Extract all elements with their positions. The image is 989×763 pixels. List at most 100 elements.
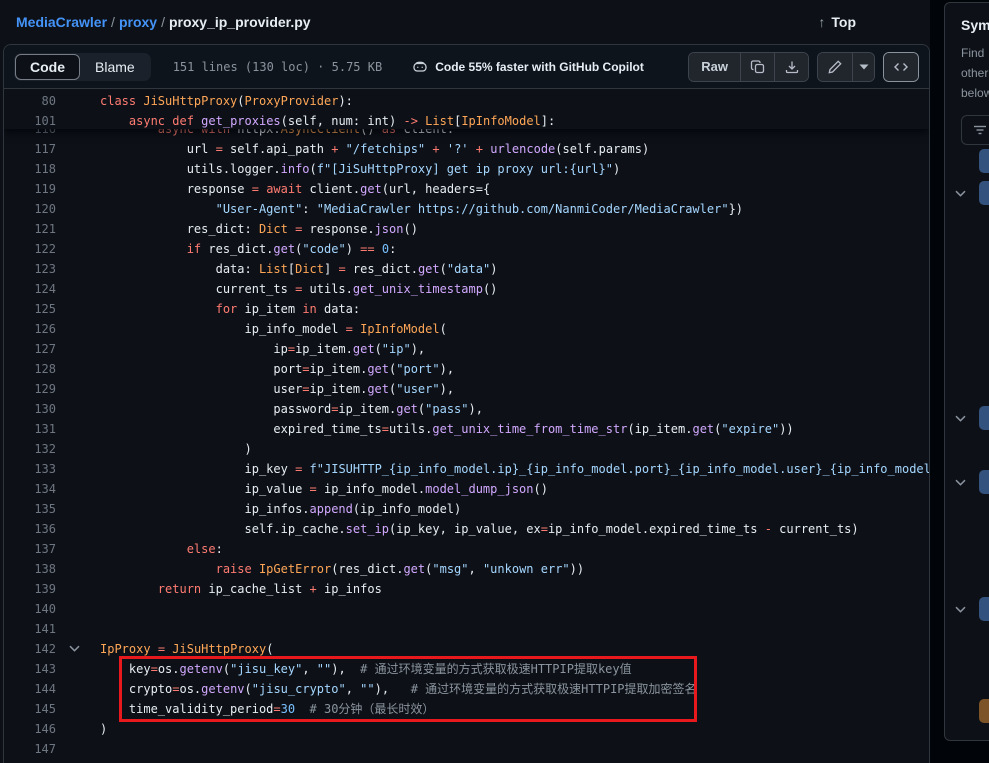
code-text: self.ip_cache.set_ip(ip_key, ip_value, e… [100,519,859,539]
line-number[interactable]: 147 [4,739,56,759]
code-line: 127 ip=ip_item.get("ip"), [4,339,929,359]
breadcrumb-repo-link[interactable]: MediaCrawler [16,14,107,30]
line-number[interactable]: 138 [4,559,56,579]
line-gutter [56,739,100,759]
symbol-kind-icon [979,597,989,621]
code-text: port=ip_item.get("port"), [100,359,454,379]
breadcrumb-filename: proxy_ip_provider.py [169,14,311,30]
code-text: return ip_cache_list + ip_infos [100,579,382,599]
code-text: current_ts = utils.get_unix_timestamp() [100,279,497,299]
file-actions: Raw [688,52,919,82]
symbols-panel-toggle-button[interactable] [884,53,918,81]
line-number[interactable]: 137 [4,539,56,559]
line-gutter [56,339,100,359]
symbol-list-item[interactable] [945,699,989,723]
line-number[interactable]: 142 [4,639,56,659]
line-gutter [56,219,100,239]
line-number[interactable]: 143 [4,659,56,679]
line-number[interactable]: 118 [4,159,56,179]
collapse-chevron-icon[interactable] [56,639,100,659]
line-number[interactable]: 131 [4,419,56,439]
tab-blame[interactable]: Blame [80,54,150,80]
line-gutter [56,279,100,299]
line-number[interactable]: 140 [4,599,56,619]
breadcrumb-separator: / [157,14,169,30]
line-gutter [56,199,100,219]
line-number[interactable]: 141 [4,619,56,639]
line-number[interactable]: 146 [4,719,56,739]
code-editor-area[interactable]: 116 async with httpx.AsyncClient() as cl… [4,89,929,763]
edit-file-button[interactable] [818,53,852,81]
symbol-list-item[interactable] [945,470,989,494]
line-number[interactable]: 145 [4,699,56,719]
line-number[interactable]: 129 [4,379,56,399]
line-number[interactable]: 135 [4,499,56,519]
code-line: 135 ip_infos.append(ip_info_model) [4,499,929,519]
symbol-list-item[interactable] [945,181,989,205]
line-number[interactable]: 117 [4,139,56,159]
code-text: crypto=os.getenv("jisu_crypto", ""), # 通… [100,679,697,699]
sticky-context-lines: 80class JiSuHttpProxy(ProxyProvider):101… [4,89,929,129]
chevron-down-icon[interactable] [945,479,975,486]
line-number[interactable]: 144 [4,679,56,699]
symbol-list-item[interactable] [945,597,989,621]
symbol-list-item[interactable] [945,149,989,173]
copilot-banner-text: Code 55% faster with GitHub Copilot [435,60,644,74]
line-number[interactable]: 101 [4,111,56,131]
pencil-icon [827,59,843,75]
line-number[interactable]: 132 [4,439,56,459]
back-to-top-label: Top [831,14,856,30]
line-number[interactable]: 139 [4,579,56,599]
arrow-up-icon: ↑ [818,14,825,30]
line-number[interactable]: 124 [4,279,56,299]
file-content-box: Code Blame 151 lines (130 loc) · 5.75 KB… [3,44,930,763]
code-text: ) [100,719,107,739]
symbol-list-item[interactable] [945,406,989,430]
back-to-top-button[interactable]: ↑ Top [818,14,856,30]
line-number[interactable]: 130 [4,399,56,419]
line-number[interactable]: 136 [4,519,56,539]
line-gutter [56,479,100,499]
line-number[interactable]: 125 [4,299,56,319]
line-number[interactable]: 134 [4,479,56,499]
line-number[interactable]: 123 [4,259,56,279]
code-text: IpProxy = JiSuHttpProxy( [100,639,273,659]
code-line: 124 current_ts = utils.get_unix_timestam… [4,279,929,299]
line-gutter [56,179,100,199]
code-symbols-icon [893,59,909,75]
line-number[interactable]: 80 [4,91,56,111]
symbol-kind-icon [979,699,989,723]
download-button[interactable] [774,53,808,81]
symbols-panel: Symbols Find other below [944,2,989,741]
line-number[interactable]: 121 [4,219,56,239]
symbol-kind-icon [979,470,989,494]
line-gutter [56,719,100,739]
line-number[interactable]: 133 [4,459,56,479]
line-number[interactable]: 120 [4,199,56,219]
symbols-panel-title: Symbols [961,17,989,33]
code-text: ip_key = f"JISUHTTP_{ip_info_model.ip}_{… [100,459,929,479]
line-number[interactable]: 128 [4,359,56,379]
chevron-down-icon[interactable] [945,606,975,613]
breadcrumb-folder-link[interactable]: proxy [119,14,157,30]
line-number[interactable]: 126 [4,319,56,339]
chevron-down-icon[interactable] [945,415,975,422]
copy-raw-content-button[interactable] [740,53,774,81]
line-number[interactable]: 119 [4,179,56,199]
code-line: 136 self.ip_cache.set_ip(ip_key, ip_valu… [4,519,929,539]
code-text: url = self.api_path + "/fetchips" + '?' … [100,139,649,159]
line-number[interactable]: 122 [4,239,56,259]
edit-button-group [817,52,875,82]
line-number[interactable]: 127 [4,339,56,359]
file-header-toolbar: Code Blame 151 lines (130 loc) · 5.75 KB… [4,45,929,89]
code-text: time_validity_period=30 # 30分钟（最长时效） [100,699,434,719]
tab-code[interactable]: Code [15,54,80,80]
chevron-down-icon[interactable] [945,190,975,197]
edit-options-dropdown[interactable] [852,53,874,81]
code-line: 144 crypto=os.getenv("jisu_crypto", ""),… [4,679,929,699]
code-text: ip_infos.append(ip_info_model) [100,499,461,519]
symbols-filter-box[interactable] [961,115,989,145]
line-gutter [56,111,100,131]
raw-button[interactable]: Raw [689,53,740,81]
code-text: async def get_proxies(self, num: int) ->… [100,111,555,131]
